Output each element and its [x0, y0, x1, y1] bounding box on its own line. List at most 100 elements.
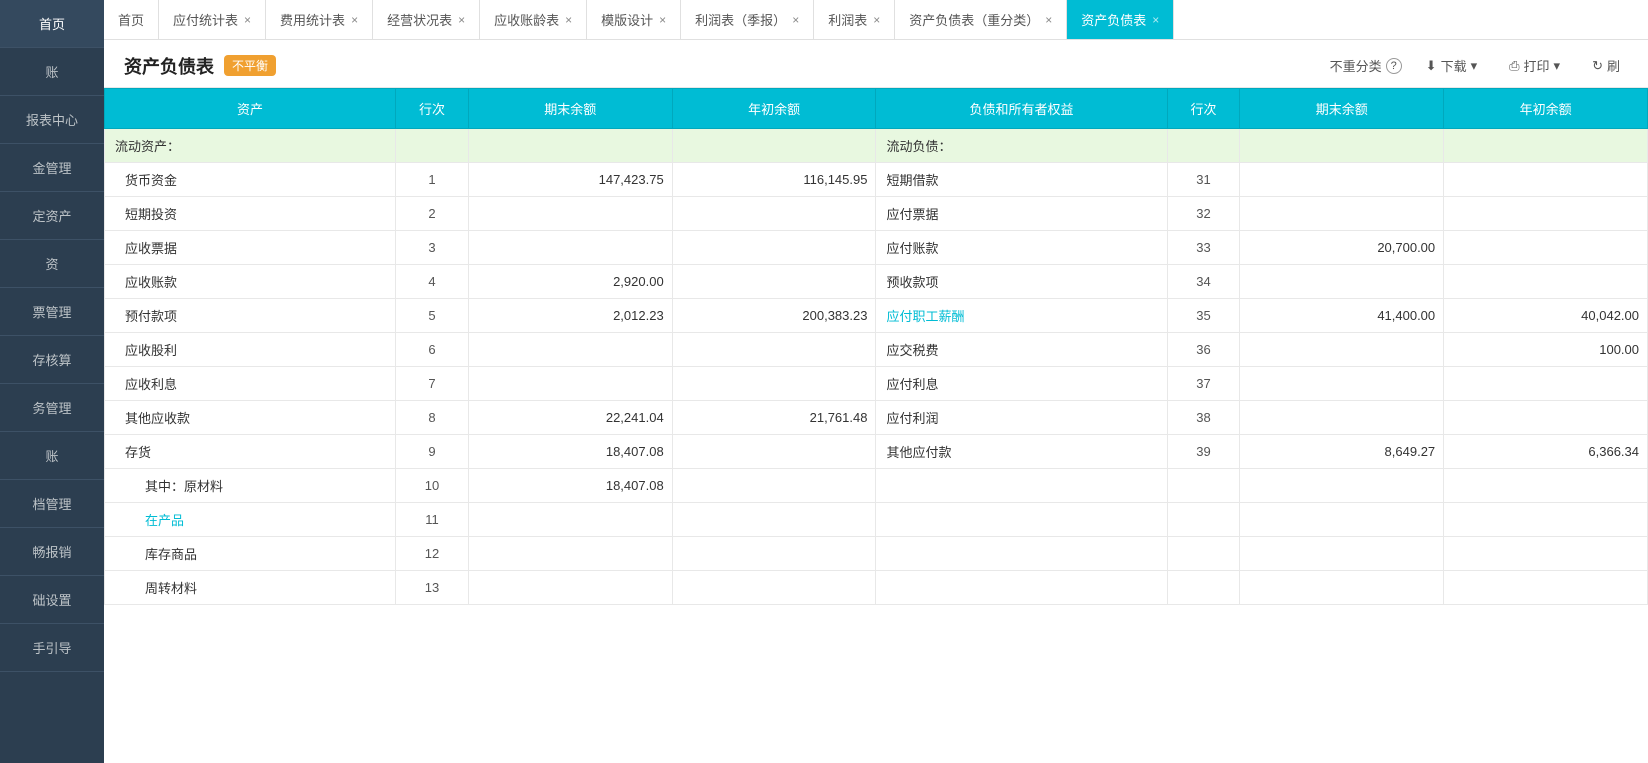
print-label: 打印	[1524, 56, 1550, 75]
tab-profit[interactable]: 利润表 ×	[814, 0, 895, 40]
question-icon[interactable]: ?	[1386, 58, 1402, 74]
right-item-name	[876, 571, 1167, 605]
right-item-name: 应付职工薪酬	[876, 299, 1167, 333]
close-tab-balance-sheet[interactable]: ×	[1152, 13, 1159, 27]
left-begin-balance	[672, 503, 876, 537]
tab-receivable-aging[interactable]: 应收账龄表 ×	[480, 0, 587, 40]
table-row: 短期投资 2 应付票据 32	[105, 197, 1648, 231]
right-row-num: 36	[1167, 333, 1240, 367]
print-button[interactable]: ⎙ 打印 ▾	[1501, 52, 1568, 79]
sidebar-item-reports[interactable]: 报表中心	[0, 96, 104, 144]
tab-home[interactable]: 首页	[104, 0, 159, 40]
right-end-balance	[1240, 265, 1444, 299]
tab-profit-quarterly[interactable]: 利润表（季报） ×	[681, 0, 814, 40]
col-begin-balance-right: 年初余额	[1444, 89, 1648, 129]
right-end-balance	[1240, 503, 1444, 537]
right-end-balance	[1240, 571, 1444, 605]
right-row-num: 38	[1167, 401, 1240, 435]
sidebar-item-assets[interactable]: 定资产	[0, 192, 104, 240]
tab-payable-stats[interactable]: 应付统计表 ×	[159, 0, 266, 40]
right-end-balance	[1240, 469, 1444, 503]
left-row-num: 10	[396, 469, 469, 503]
sidebar-item-expense[interactable]: 畅报销	[0, 528, 104, 576]
close-tab-template-design[interactable]: ×	[659, 13, 666, 27]
left-row-num: 2	[396, 197, 469, 231]
right-end-balance	[1240, 163, 1444, 197]
sidebar-item-settings[interactable]: 础设置	[0, 576, 104, 624]
close-tab-operations[interactable]: ×	[458, 13, 465, 27]
left-row-num: 8	[396, 401, 469, 435]
sidebar-item-home[interactable]: 首页	[0, 0, 104, 48]
no-reclassify-option[interactable]: 不重分类 ?	[1330, 56, 1402, 75]
left-item-name: 应收利息	[105, 367, 396, 401]
tab-template-design[interactable]: 模版设计 ×	[587, 0, 681, 40]
tab-operations[interactable]: 经营状况表 ×	[373, 0, 480, 40]
sidebar-item-account[interactable]: 账	[0, 48, 104, 96]
sidebar-item-tax[interactable]: 务管理	[0, 384, 104, 432]
close-tab-receivable-aging[interactable]: ×	[565, 13, 572, 27]
tab-balance-reclassified[interactable]: 资产负债表（重分类） ×	[895, 0, 1067, 40]
col-begin-balance-left: 年初余额	[672, 89, 876, 129]
right-row-num	[1167, 537, 1240, 571]
right-begin-balance	[1444, 367, 1648, 401]
right-begin-balance: 40,042.00	[1444, 299, 1648, 333]
left-end-balance	[468, 571, 672, 605]
left-begin-balance: 21,761.48	[672, 401, 876, 435]
right-item-name: 应付利息	[876, 367, 1167, 401]
close-tab-profit-quarterly[interactable]: ×	[792, 13, 799, 27]
right-begin-balance	[1444, 571, 1648, 605]
refresh-button[interactable]: ↻ 刷	[1584, 52, 1628, 79]
left-item-name: 在产品	[105, 503, 396, 537]
close-tab-payable-stats[interactable]: ×	[244, 13, 251, 27]
right-end-balance: 8,649.27	[1240, 435, 1444, 469]
right-begin-balance: 100.00	[1444, 333, 1648, 367]
right-begin-balance	[1444, 503, 1648, 537]
left-item-name: 应收账款	[105, 265, 396, 299]
section-right-label: 流动负债：	[876, 129, 1167, 163]
left-row-num: 1	[396, 163, 469, 197]
left-item-name: 货币资金	[105, 163, 396, 197]
left-begin-balance	[672, 537, 876, 571]
close-tab-profit[interactable]: ×	[873, 13, 880, 27]
left-begin-balance: 200,383.23	[672, 299, 876, 333]
sidebar-item-inventory[interactable]: 存核算	[0, 336, 104, 384]
sidebar-item-guide[interactable]: 手引导	[0, 624, 104, 672]
left-end-balance	[468, 503, 672, 537]
download-button[interactable]: ⬇ 下载 ▾	[1418, 52, 1485, 79]
print-icon: ⎙	[1509, 58, 1519, 74]
tab-bar: 首页 应付统计表 × 费用统计表 × 经营状况表 × 应收账龄表 × 模版设计 …	[104, 0, 1648, 40]
tab-expense-stats[interactable]: 费用统计表 ×	[266, 0, 373, 40]
table-row: 应收利息 7 应付利息 37	[105, 367, 1648, 401]
sidebar-item-ledger[interactable]: 账	[0, 432, 104, 480]
page-title: 资产负债表	[124, 53, 214, 79]
table-row: 应收账款 4 2,920.00 预收款项 34	[105, 265, 1648, 299]
left-begin-balance	[672, 231, 876, 265]
section-current-assets: 流动资产： 流动负债：	[105, 129, 1648, 163]
tab-balance-sheet[interactable]: 资产负债表 ×	[1067, 0, 1174, 40]
table-row: 应收票据 3 应付账款 33 20,700.00	[105, 231, 1648, 265]
right-begin-balance	[1444, 265, 1648, 299]
sidebar-item-archive[interactable]: 档管理	[0, 480, 104, 528]
sidebar-item-tickets[interactable]: 票管理	[0, 288, 104, 336]
sidebar-item-investment[interactable]: 资	[0, 240, 104, 288]
left-row-num: 6	[396, 333, 469, 367]
close-tab-balance-reclassified[interactable]: ×	[1045, 13, 1052, 27]
left-end-balance	[468, 231, 672, 265]
sidebar-item-finance[interactable]: 金管理	[0, 144, 104, 192]
right-begin-balance	[1444, 401, 1648, 435]
left-begin-balance	[672, 265, 876, 299]
left-end-balance: 22,241.04	[468, 401, 672, 435]
left-item-name: 存货	[105, 435, 396, 469]
col-end-balance-right: 期末余额	[1240, 89, 1444, 129]
right-begin-balance	[1444, 197, 1648, 231]
right-begin-balance	[1444, 537, 1648, 571]
right-item-name: 预收款项	[876, 265, 1167, 299]
page-title-area: 资产负债表 不平衡	[124, 53, 276, 79]
header-actions: 不重分类 ? ⬇ 下载 ▾ ⎙ 打印 ▾ ↻ 刷	[1330, 52, 1628, 79]
right-end-balance: 20,700.00	[1240, 231, 1444, 265]
right-row-num	[1167, 503, 1240, 537]
download-label: 下载	[1441, 56, 1467, 75]
left-end-balance: 2,920.00	[468, 265, 672, 299]
left-end-balance: 147,423.75	[468, 163, 672, 197]
close-tab-expense-stats[interactable]: ×	[351, 13, 358, 27]
